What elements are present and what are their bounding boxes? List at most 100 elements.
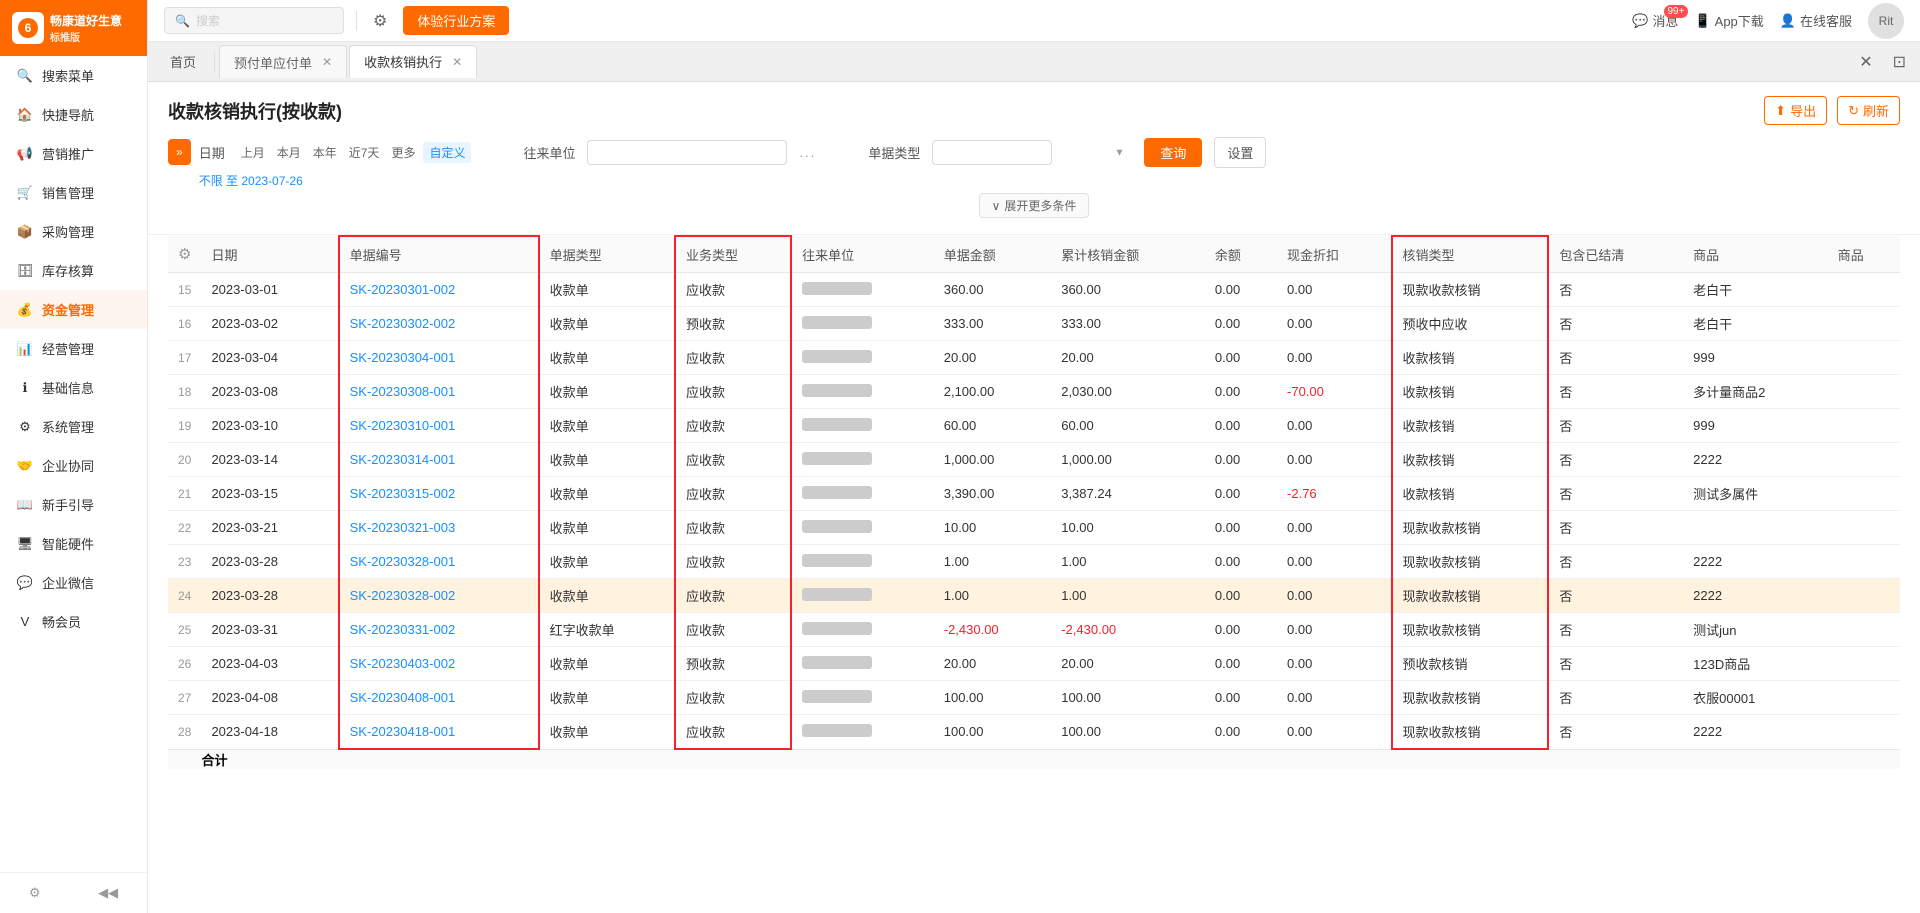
sidebar-item-guide[interactable]: 📖 新手引导 [0, 485, 147, 524]
bill-no-link[interactable]: SK-20230328-001 [350, 554, 456, 569]
date-btn-more[interactable]: 更多 [387, 142, 419, 163]
bill-no-link[interactable]: SK-20230301-002 [350, 282, 456, 297]
filter-settings-btn[interactable]: 设置 [1214, 137, 1266, 168]
bill-no-link[interactable]: SK-20230302-002 [350, 316, 456, 331]
table-head: ⚙ 日期 单据编号 单据类型 业务类型 往来单位 单据金额 累计核销金额 余额 … [168, 236, 1900, 273]
sidebar-item-member[interactable]: V 畅会员 [0, 602, 147, 641]
finance-icon: 💰 [16, 301, 34, 319]
expand-row: ∨ 展开更多条件 [168, 193, 1900, 218]
tabbar: 首页 预付单应付单 ✕ 收款核销执行 ✕ ✕ ⊡ [148, 42, 1920, 82]
date-btn-custom[interactable]: 自定义 [423, 142, 471, 163]
sidebar-item-wechat[interactable]: 💬 企业微信 [0, 563, 147, 602]
col-cash-discount: 现金折扣 [1277, 236, 1391, 273]
bill-no-link[interactable]: SK-20230308-001 [350, 384, 456, 399]
hardware-icon: 🖥 [16, 535, 34, 553]
gear-icon[interactable]: ⚙ [178, 246, 191, 263]
bill-no-link[interactable]: SK-20230418-001 [350, 724, 456, 739]
topbar-gear-btn[interactable]: ⚙ [369, 7, 391, 35]
bill-no-link[interactable]: SK-20230315-002 [350, 486, 456, 501]
date-btn-this-month[interactable]: 本月 [273, 142, 305, 163]
bill-no-link[interactable]: SK-20230408-001 [350, 690, 456, 705]
sidebar-item-search-menu[interactable]: 🔍 搜索菜单 [0, 56, 147, 95]
topbar-search[interactable]: 🔍 搜索 [164, 7, 344, 34]
counterpart-input[interactable] [587, 140, 787, 165]
date-label: 日期 [199, 143, 225, 162]
sidebar-item-sales[interactable]: 🛒 销售管理 [0, 173, 147, 212]
guide-icon: 📖 [16, 496, 34, 514]
table-wrapper[interactable]: ⚙ 日期 单据编号 单据类型 业务类型 往来单位 单据金额 累计核销金额 余额 … [148, 235, 1920, 913]
filter-bar: » 日期 上月 本月 本年 近7天 更多 自定义 [148, 125, 1920, 235]
sidebar-item-finance[interactable]: 💰 资金管理 [0, 290, 147, 329]
table-row: 26 2023-04-03 SK-20230403-002 收款单 预收款 20… [168, 647, 1900, 681]
col-amount: 单据金额 [934, 236, 1051, 273]
topbar-service-link[interactable]: 👤 在线客服 [1780, 11, 1852, 30]
bill-no-link[interactable]: SK-20230331-002 [350, 622, 456, 637]
col-balance: 余额 [1205, 236, 1277, 273]
bill-no-link[interactable]: SK-20230310-001 [350, 418, 456, 433]
col-biz-type: 业务类型 [675, 236, 791, 273]
query-btn[interactable]: 查询 [1144, 138, 1202, 167]
bill-no-link[interactable]: SK-20230304-001 [350, 350, 456, 365]
app-icon: 📱 [1694, 13, 1710, 29]
export-icon: ⬆ [1775, 103, 1786, 119]
bill-type-label: 单据类型 [868, 143, 920, 162]
sidebar-item-system[interactable]: ⚙ 系统管理 [0, 407, 147, 446]
chevron-down-icon: ∨ [992, 199, 1001, 213]
tab-collection[interactable]: 收款核销执行 ✕ [349, 45, 477, 78]
export-btn[interactable]: ⬆ 导出 [1764, 96, 1827, 125]
table-row: 17 2023-03-04 SK-20230304-001 收款单 应收款 20… [168, 341, 1900, 375]
sidebar-item-enterprise[interactable]: 🤝 企业协同 [0, 446, 147, 485]
col-gear[interactable]: ⚙ [168, 236, 201, 273]
sidebar-item-basic[interactable]: ℹ 基础信息 [0, 368, 147, 407]
tab-collection-close[interactable]: ✕ [452, 55, 462, 69]
sidebar-settings-btn[interactable]: ⚙ [21, 881, 49, 905]
table-row: 22 2023-03-21 SK-20230321-003 收款单 应收款 10… [168, 511, 1900, 545]
bill-no-link[interactable]: SK-20230403-002 [350, 656, 456, 671]
sidebar-item-marketing[interactable]: 📢 营销推广 [0, 134, 147, 173]
page-title: 收款核销执行(按收款) [168, 98, 342, 124]
counterpart-dots[interactable]: ... [799, 145, 816, 160]
sidebar-item-quick-nav[interactable]: 🏠 快捷导航 [0, 95, 147, 134]
bill-no-link[interactable]: SK-20230328-002 [350, 588, 456, 603]
table-row: 18 2023-03-08 SK-20230308-001 收款单 应收款 2,… [168, 375, 1900, 409]
bill-no-link[interactable]: SK-20230321-003 [350, 520, 456, 535]
tab-prepay-close[interactable]: ✕ [322, 55, 332, 69]
topbar-app-link[interactable]: 📱 App下载 [1694, 11, 1763, 30]
sidebar-item-hardware[interactable]: 🖥 智能硬件 [0, 524, 147, 563]
tab-maximize-btn[interactable]: ⊡ [1887, 50, 1912, 74]
date-btn-last-month[interactable]: 上月 [237, 142, 269, 163]
enterprise-icon: 🤝 [16, 457, 34, 475]
topbar-notification[interactable]: 💬 消息 99+ [1632, 11, 1678, 30]
tab-home[interactable]: 首页 [156, 46, 210, 77]
basic-icon: ℹ [16, 379, 34, 397]
table-body: 15 2023-03-01 SK-20230301-002 收款单 应收款 36… [168, 273, 1900, 750]
date-btn-this-year[interactable]: 本年 [309, 142, 341, 163]
refresh-btn[interactable]: ↻ 刷新 [1837, 96, 1900, 125]
sidebar-collapse-btn[interactable]: ◀◀ [90, 881, 126, 905]
topbar-industry-btn[interactable]: 体验行业方案 [403, 6, 509, 35]
tab-close-btn[interactable]: ✕ [1853, 50, 1878, 74]
counterpart-label: 往来单位 [523, 143, 575, 162]
bill-no-link[interactable]: SK-20230314-001 [350, 452, 456, 467]
tab-prepay[interactable]: 预付单应付单 ✕ [219, 45, 347, 78]
search-icon-small: 🔍 [175, 14, 190, 28]
logo-icon: 6 [12, 12, 44, 44]
main-table: ⚙ 日期 单据编号 单据类型 业务类型 往来单位 单据金额 累计核销金额 余额 … [168, 235, 1900, 769]
table-row: 20 2023-03-14 SK-20230314-001 收款单 应收款 1,… [168, 443, 1900, 477]
sidebar-item-inventory[interactable]: 🗄 库存核算 [0, 251, 147, 290]
col-counterpart: 往来单位 [791, 236, 934, 273]
date-btn-7days[interactable]: 近7天 [345, 142, 384, 163]
sidebar-item-purchase[interactable]: 📦 采购管理 [0, 212, 147, 251]
expand-more-btn[interactable]: ∨ 展开更多条件 [979, 193, 1090, 218]
filter-expand-toggle[interactable]: » [168, 139, 191, 165]
table-row: 25 2023-03-31 SK-20230331-002 红字收款单 应收款 … [168, 613, 1900, 647]
table-row: 19 2023-03-10 SK-20230310-001 收款单 应收款 60… [168, 409, 1900, 443]
tab-bar-right: ✕ ⊡ [1853, 50, 1912, 74]
table-row: 23 2023-03-28 SK-20230328-001 收款单 应收款 1.… [168, 545, 1900, 579]
bill-type-select[interactable] [932, 140, 1052, 165]
avatar[interactable]: Rit [1868, 3, 1904, 39]
footer-label: 合计 [201, 749, 1900, 769]
filter-date-range-display: 不限 至 2023-07-26 [199, 172, 1900, 189]
sidebar-item-operations[interactable]: 📊 经营管理 [0, 329, 147, 368]
sales-icon: 🛒 [16, 184, 34, 202]
